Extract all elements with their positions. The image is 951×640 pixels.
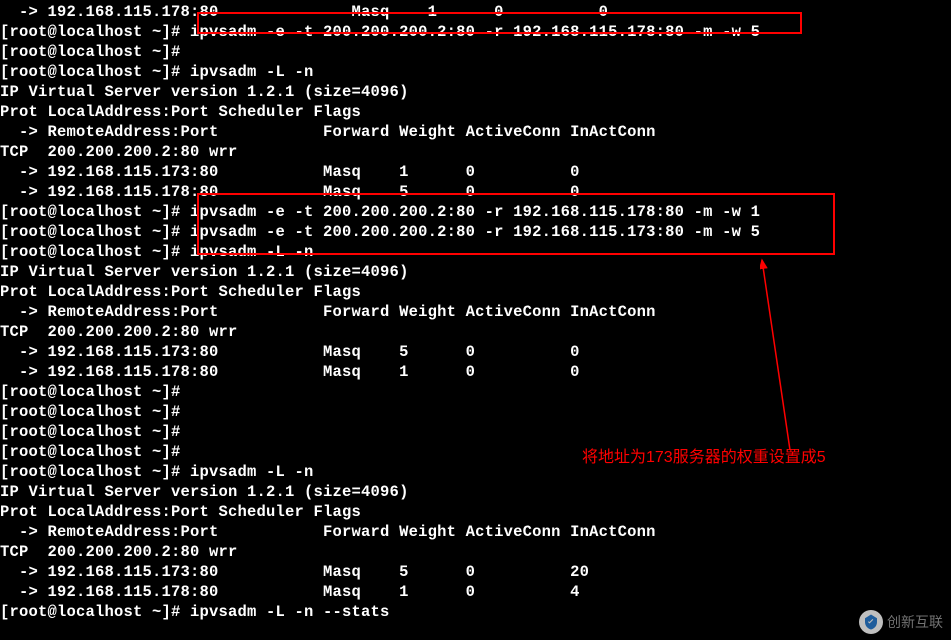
terminal-line: IP Virtual Server version 1.2.1 (size=40… bbox=[0, 262, 951, 282]
terminal-line: -> RemoteAddress:Port Forward Weight Act… bbox=[0, 522, 951, 542]
terminal-line: -> RemoteAddress:Port Forward Weight Act… bbox=[0, 302, 951, 322]
terminal-line: [root@localhost ~]# bbox=[0, 42, 951, 62]
terminal-line: Prot LocalAddress:Port Scheduler Flags bbox=[0, 102, 951, 122]
terminal-line: -> 192.168.115.178:80 Masq 5 0 0 bbox=[0, 182, 951, 202]
watermark: 创新互联 bbox=[859, 610, 943, 634]
terminal-line: TCP 200.200.200.2:80 wrr bbox=[0, 322, 951, 342]
terminal-line: -> 192.168.115.173:80 Masq 5 0 0 bbox=[0, 342, 951, 362]
terminal-line: -> 192.168.115.178:80 Masq 1 0 0 bbox=[0, 2, 951, 22]
terminal-line: TCP 200.200.200.2:80 wrr bbox=[0, 142, 951, 162]
terminal-line: [root@localhost ~]# ipvsadm -L -n bbox=[0, 62, 951, 82]
annotation-text: 将地址为173服务器的权重设置成5 bbox=[582, 448, 826, 468]
terminal-line: -> RemoteAddress:Port Forward Weight Act… bbox=[0, 122, 951, 142]
terminal-line: -> 192.168.115.178:80 Masq 1 0 0 bbox=[0, 362, 951, 382]
watermark-text: 创新互联 bbox=[887, 612, 943, 632]
terminal-line: Prot LocalAddress:Port Scheduler Flags bbox=[0, 502, 951, 522]
terminal-line: [root@localhost ~]# ipvsadm -e -t 200.20… bbox=[0, 22, 951, 42]
terminal-line: [root@localhost ~]# ipvsadm -e -t 200.20… bbox=[0, 202, 951, 222]
terminal-line: [root@localhost ~]# ipvsadm -L -n --stat… bbox=[0, 602, 951, 622]
terminal-line: [root@localhost ~]# bbox=[0, 402, 951, 422]
watermark-logo-icon bbox=[859, 610, 883, 634]
terminal-line: TCP 200.200.200.2:80 wrr bbox=[0, 542, 951, 562]
terminal-line: -> 192.168.115.178:80 Masq 1 0 4 bbox=[0, 582, 951, 602]
terminal-line: -> 192.168.115.173:80 Masq 5 0 20 bbox=[0, 562, 951, 582]
terminal-line: Prot LocalAddress:Port Scheduler Flags bbox=[0, 282, 951, 302]
terminal-line: [root@localhost ~]# ipvsadm -e -t 200.20… bbox=[0, 222, 951, 242]
terminal-line: IP Virtual Server version 1.2.1 (size=40… bbox=[0, 482, 951, 502]
terminal-line: -> 192.168.115.173:80 Masq 1 0 0 bbox=[0, 162, 951, 182]
terminal-line: [root@localhost ~]# bbox=[0, 382, 951, 402]
terminal-line: [root@localhost ~]# ipvsadm -L -n bbox=[0, 242, 951, 262]
terminal-line: IP Virtual Server version 1.2.1 (size=40… bbox=[0, 82, 951, 102]
terminal-line: [root@localhost ~]# bbox=[0, 422, 951, 442]
